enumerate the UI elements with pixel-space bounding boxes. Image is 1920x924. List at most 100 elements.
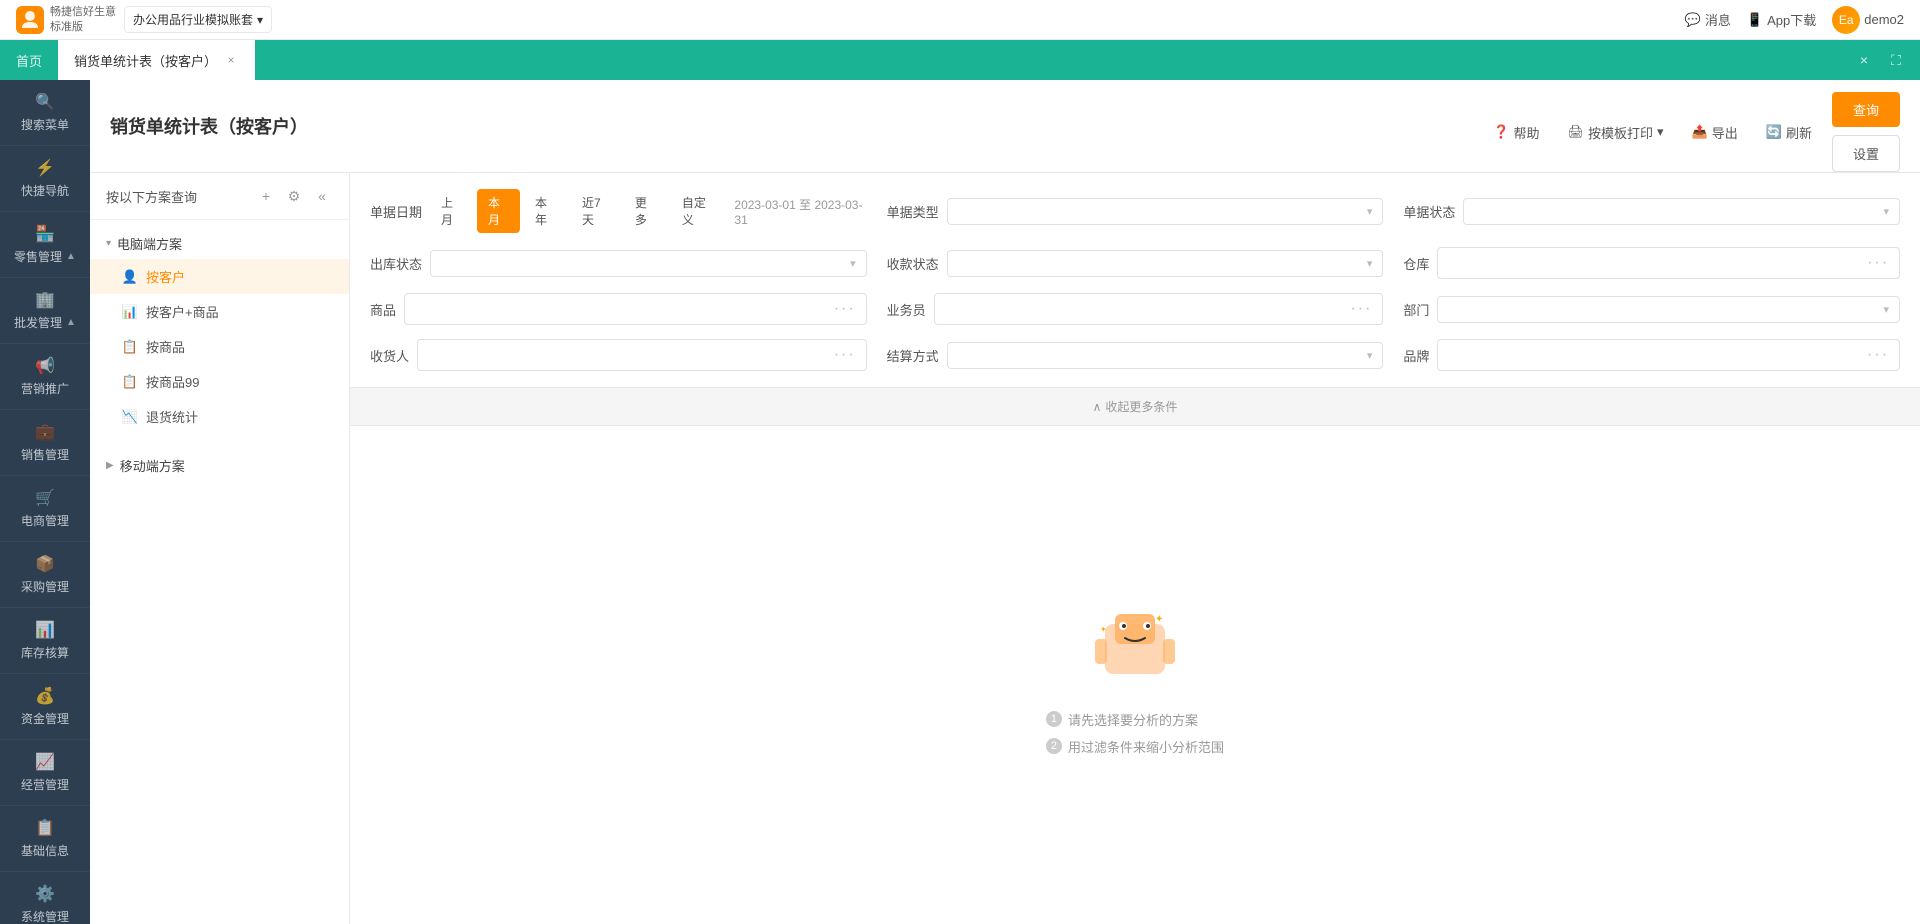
tab-bar: 首页 销货单统计表（按客户） × × ⛶	[0, 40, 1920, 80]
action-buttons: 查询 设置	[1832, 92, 1900, 172]
scheme-group-header-desktop[interactable]: ▾ 电脑端方案	[90, 228, 349, 259]
filter-row-4: 收货人 ··· 结算方式 ▾	[370, 339, 1900, 371]
empty-tip-1: 1 请先选择要分析的方案	[1046, 710, 1224, 729]
collapse-panel-button[interactable]: «	[311, 185, 333, 207]
window-close-button[interactable]: ×	[1852, 48, 1876, 72]
refresh-button[interactable]: 🔄 刷新	[1758, 119, 1820, 146]
logo-icon	[16, 6, 44, 34]
sidebar-item-ecom[interactable]: 🛒 电商管理	[0, 476, 90, 542]
goods99-icon: 📋	[122, 374, 138, 390]
sidebar-item-system[interactable]: ⚙️ 系统管理	[0, 872, 90, 924]
date-tab-custom[interactable]: 自定义	[671, 189, 725, 233]
page-actions: ❓ 帮助 🖨 按模板打印 ▾ 📤 导出 🔄 刷新 查询	[1485, 92, 1900, 172]
left-panel: 按以下方案查询 + ⚙ « ▾ 电脑端方案 👤 按客户	[90, 173, 350, 924]
payment-label: 结算方式	[887, 346, 939, 365]
filter-date: 单据日期 上月 本月 本年 近7天 更多 自定义 20	[370, 189, 867, 233]
tab-close-button[interactable]: ×	[223, 52, 239, 68]
receipt-status-select[interactable]: ▾	[947, 250, 1384, 277]
settings-button[interactable]: 设置	[1832, 135, 1900, 172]
header-left: 畅捷信好生意 标准版 办公用品行业模拟账套 ▾	[16, 5, 272, 34]
app-download-button[interactable]: 📱 App下载	[1747, 10, 1816, 29]
add-scheme-button[interactable]: +	[255, 185, 277, 207]
shortcut-icon: ⚡	[35, 158, 55, 178]
sidebar-item-finance[interactable]: 💰 资金管理	[0, 674, 90, 740]
sidebar-item-retail[interactable]: 🏪 零售管理 ▲	[0, 212, 90, 278]
payment-select[interactable]: ▾	[947, 342, 1384, 369]
scheme-group-mobile: ▶ 移动端方案	[90, 442, 349, 489]
scheme-item-customer-goods[interactable]: 📊 按客户+商品	[90, 294, 349, 329]
main-layout: 🔍 搜索菜单 ⚡ 快捷导航 🏪 零售管理 ▲ 🏢 批发管理 ▲ 📢 营销推广	[0, 80, 1920, 924]
empty-state: ✦ ✦ 1 请先选择要分析的方案 2 用过滤条件来缩小分析范围	[350, 426, 1920, 924]
sidebar-item-wholesale[interactable]: 🏢 批发管理 ▲	[0, 278, 90, 344]
date-tab-last-month[interactable]: 上月	[430, 189, 473, 233]
out-status-label: 出库状态	[370, 254, 422, 273]
purchase-icon: 📦	[35, 554, 55, 574]
help-button[interactable]: ❓ 帮助	[1485, 119, 1547, 146]
date-tab-last-7[interactable]: 近7天	[571, 189, 620, 233]
svg-text:✦: ✦	[1100, 625, 1107, 634]
empty-tips: 1 请先选择要分析的方案 2 用过滤条件来缩小分析范围	[1046, 710, 1224, 756]
date-filter: 上月 本月 本年 近7天 更多 自定义 2023-03-01 至 2023-03…	[430, 189, 867, 233]
date-tab-this-month[interactable]: 本月	[477, 189, 520, 233]
goods-dots: ···	[834, 300, 856, 318]
inner-layout: 按以下方案查询 + ⚙ « ▾ 电脑端方案 👤 按客户	[90, 173, 1920, 924]
warehouse-input[interactable]: ···	[1437, 247, 1900, 279]
doc-type-label: 单据类型	[887, 202, 939, 221]
filter-out-status: 出库状态 ▾	[370, 250, 867, 277]
dept-select[interactable]: ▾	[1437, 296, 1900, 323]
scheme-item-by-goods-99[interactable]: 📋 按商品99	[90, 364, 349, 399]
staff-input[interactable]: ···	[934, 293, 1384, 325]
doc-status-select[interactable]: ▾	[1463, 198, 1900, 225]
sidebar-item-basic[interactable]: 📋 基础信息	[0, 806, 90, 872]
tab-home[interactable]: 首页	[0, 40, 58, 80]
query-button[interactable]: 查询	[1832, 92, 1900, 127]
message-button[interactable]: 💬 消息	[1685, 10, 1731, 29]
template-print-button[interactable]: 🖨 按模板打印 ▾	[1560, 119, 1672, 146]
sidebar-item-operation[interactable]: 📈 经营管理	[0, 740, 90, 806]
sidebar-item-purchase[interactable]: 📦 采购管理	[0, 542, 90, 608]
receiver-input[interactable]: ···	[417, 339, 867, 371]
sales-icon: 💼	[35, 422, 55, 442]
filter-receipt-status: 收款状态 ▾	[887, 250, 1384, 277]
date-tab-more[interactable]: 更多	[624, 189, 667, 233]
export-button[interactable]: 📤 导出	[1684, 119, 1746, 146]
sidebar: 🔍 搜索菜单 ⚡ 快捷导航 🏪 零售管理 ▲ 🏢 批发管理 ▲ 📢 营销推广	[0, 80, 90, 924]
sidebar-item-marketing[interactable]: 📢 营销推广	[0, 344, 90, 410]
goods-icon: 📋	[122, 339, 138, 355]
window-expand-button[interactable]: ⛶	[1884, 48, 1908, 72]
sidebar-item-search[interactable]: 🔍 搜索菜单	[0, 80, 90, 146]
goods-input[interactable]: ···	[404, 293, 867, 325]
top-header: 畅捷信好生意 标准版 办公用品行业模拟账套 ▾ 💬 消息 📱 App下载 Ea …	[0, 0, 1920, 40]
out-status-select[interactable]: ▾	[430, 250, 867, 277]
brand-input[interactable]: ···	[1437, 339, 1900, 371]
sidebar-item-sales[interactable]: 💼 销售管理	[0, 410, 90, 476]
doc-type-select[interactable]: ▾	[947, 198, 1384, 225]
date-tabs: 上月 本月 本年 近7天 更多 自定义	[430, 189, 724, 233]
scheme-settings-button[interactable]: ⚙	[283, 185, 305, 207]
page-header: 销货单统计表（按客户） ❓ 帮助 🖨 按模板打印 ▾ 📤 导出 🔄 刷新	[90, 80, 1920, 173]
customer-goods-icon: 📊	[122, 304, 138, 320]
filter-brand: 品牌 ···	[1403, 339, 1900, 371]
left-panel-header: 按以下方案查询 + ⚙ «	[90, 173, 349, 220]
staff-label: 业务员	[887, 300, 926, 319]
scheme-item-by-goods[interactable]: 📋 按商品	[90, 329, 349, 364]
collapse-bar[interactable]: ∧ 收起更多条件	[350, 388, 1920, 426]
basic-icon: 📋	[35, 818, 55, 838]
goods-label: 商品	[370, 300, 396, 319]
filter-dept: 部门 ▾	[1403, 296, 1900, 323]
scheme-item-return-stats[interactable]: 📉 退货统计	[90, 399, 349, 434]
filter-doc-type: 单据类型 ▾	[887, 198, 1384, 225]
date-tab-this-year[interactable]: 本年	[524, 189, 567, 233]
company-selector[interactable]: 办公用品行业模拟账套 ▾	[124, 6, 272, 33]
filter-row-2: 出库状态 ▾ 收款状态 ▾	[370, 247, 1900, 279]
scheme-group-header-mobile[interactable]: ▶ 移动端方案	[90, 450, 349, 481]
sidebar-item-inventory[interactable]: 📊 库存核算	[0, 608, 90, 674]
svg-text:✦: ✦	[1155, 614, 1163, 625]
sidebar-item-shortcut[interactable]: ⚡ 快捷导航	[0, 146, 90, 212]
tab-active[interactable]: 销货单统计表（按客户） ×	[58, 40, 255, 80]
warehouse-label: 仓库	[1403, 254, 1429, 273]
scheme-item-by-customer[interactable]: 👤 按客户	[90, 259, 349, 294]
user-avatar[interactable]: Ea demo2	[1832, 6, 1904, 34]
page-title: 销货单统计表（按客户）	[110, 113, 308, 151]
filter-payment: 结算方式 ▾	[887, 342, 1384, 369]
